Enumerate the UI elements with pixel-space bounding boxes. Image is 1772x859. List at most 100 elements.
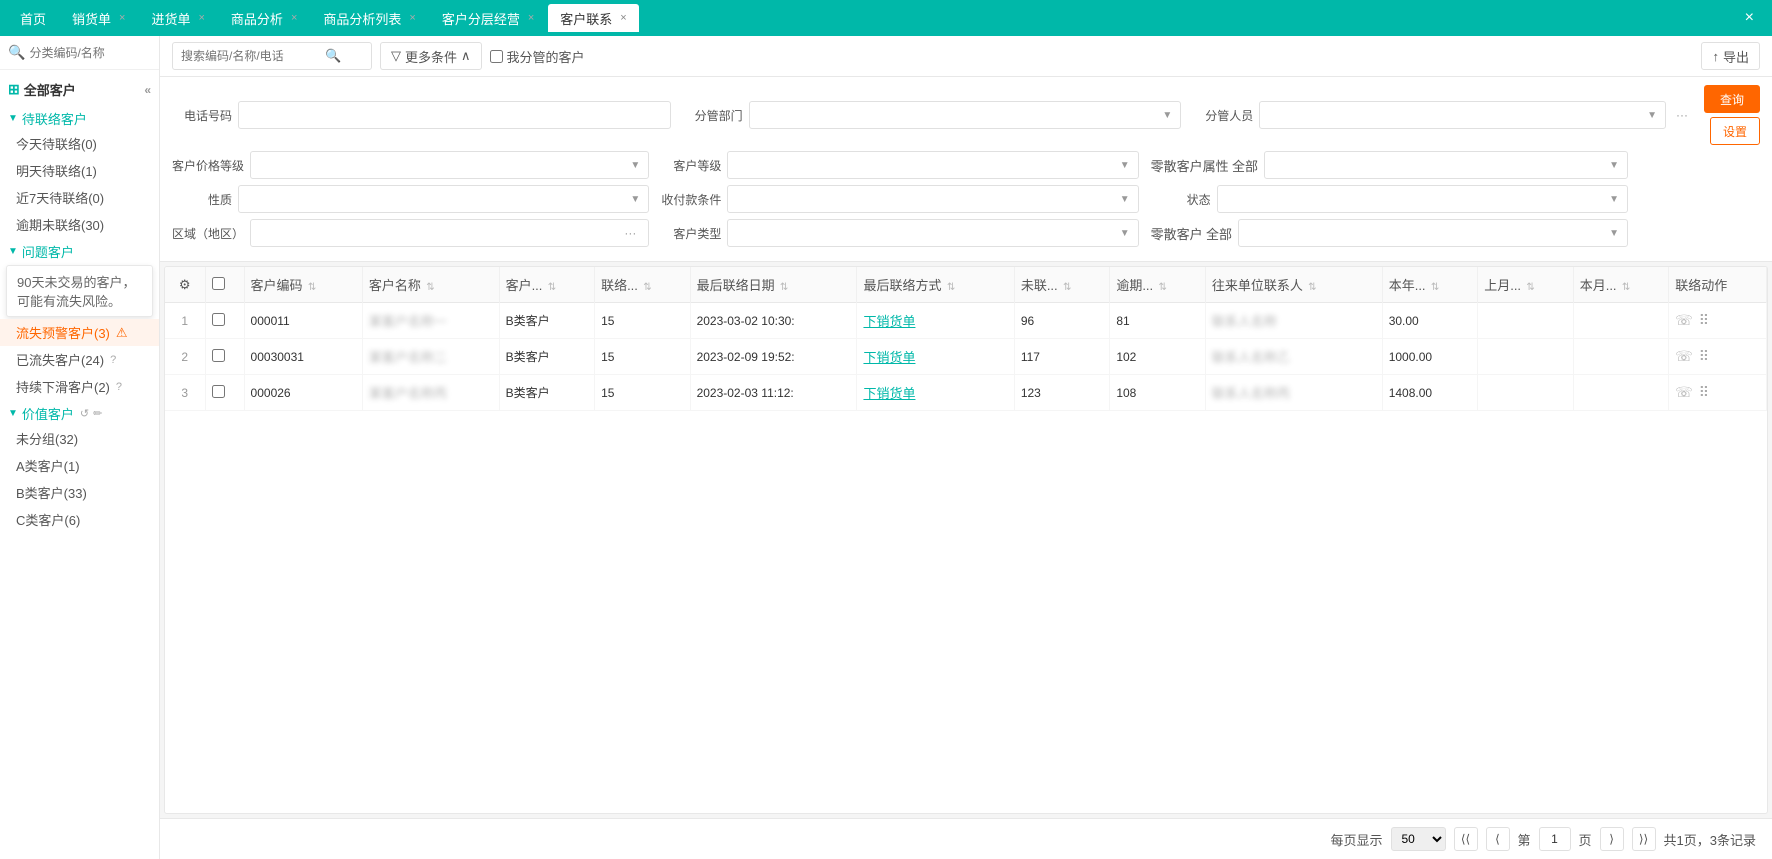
query-button[interactable]: 查询 xyxy=(1704,85,1760,113)
nav-tab-purchase[interactable]: 进货单 × xyxy=(139,4,216,32)
table-row: 1 000011 某客户名称一 B类客户 15 2023-03-02 10:30… xyxy=(165,303,1767,339)
collapse-icon[interactable]: « xyxy=(144,83,151,97)
sidebar-item-overdue-pending[interactable]: 逾期未联络(30) xyxy=(0,211,159,238)
row-index-3: 3 xyxy=(165,375,205,411)
my-customers-checkbox[interactable] xyxy=(490,50,503,63)
sidebar-item-ungrouped[interactable]: 未分组(32) xyxy=(0,425,159,452)
my-customers-checkbox-label[interactable]: 我分管的客户 xyxy=(490,47,585,66)
refresh-icon[interactable]: ↺ xyxy=(80,407,89,420)
dept-select[interactable]: ▼ xyxy=(749,101,1182,129)
th-code[interactable]: 客户编码 ⇅ xyxy=(244,267,362,303)
method-link-2[interactable]: 下销货单 xyxy=(863,350,915,365)
close-tab-analysis[interactable]: × xyxy=(291,12,297,24)
sidebar-group-problem[interactable]: ▼ 问题客户 xyxy=(0,238,159,263)
th-last-contact-date[interactable]: 最后联络日期 ⇅ xyxy=(690,267,857,303)
content-area: 🔍 ▽ 更多条件 ∧ 我分管的客户 ↑ 导出 电话号码 xyxy=(160,36,1772,859)
method-link-1[interactable]: 下销货单 xyxy=(863,314,915,329)
nav-tab-home[interactable]: 首页 xyxy=(8,4,58,32)
region-more-btn[interactable]: ··· xyxy=(620,226,640,240)
page-number-input[interactable] xyxy=(1539,827,1571,851)
sort-method-icon: ⇅ xyxy=(947,282,955,293)
row-month-3 xyxy=(1573,375,1669,411)
th-contact[interactable]: 联络... ⇅ xyxy=(595,267,691,303)
more-action-icon-2[interactable]: ⠿ xyxy=(1699,348,1709,365)
sidebar-item-churned[interactable]: 已流失客户(24) ? xyxy=(0,346,159,373)
first-page-button[interactable]: ⟨⟨ xyxy=(1454,827,1478,851)
more-conditions-button[interactable]: ▽ 更多条件 ∧ xyxy=(380,42,482,70)
nav-tab-analysis[interactable]: 商品分析 × xyxy=(219,4,309,32)
select-all-checkbox[interactable] xyxy=(212,277,225,290)
contact-icon-2[interactable]: ☏ xyxy=(1675,348,1693,365)
price-level-select[interactable]: ▼ xyxy=(250,151,649,179)
search-input[interactable] xyxy=(181,49,321,63)
prev-page-button[interactable]: ⟨ xyxy=(1486,827,1510,851)
payment-select[interactable]: ▼ xyxy=(727,185,1138,213)
phone-input[interactable] xyxy=(238,101,671,129)
sidebar-group-pending[interactable]: ▼ 待联络客户 xyxy=(0,105,159,130)
region-select[interactable]: ··· xyxy=(250,219,649,247)
more-action-icon-3[interactable]: ⠿ xyxy=(1699,384,1709,401)
nature-select[interactable]: ▼ xyxy=(238,185,649,213)
info-icon-churned: ? xyxy=(110,354,116,366)
row-overdue-3: 108 xyxy=(1110,375,1206,411)
sidebar-item-tomorrow-pending[interactable]: 明天待联络(1) xyxy=(0,157,159,184)
retail-attr-select[interactable]: ▼ xyxy=(1264,151,1628,179)
row-select-3[interactable] xyxy=(212,385,225,398)
row-date-1: 2023-03-02 10:30: xyxy=(690,303,857,339)
nav-tab-analysis-list[interactable]: 商品分析列表 × xyxy=(311,4,427,32)
method-link-3[interactable]: 下销货单 xyxy=(863,386,915,401)
manager-select[interactable]: ▼ xyxy=(1259,101,1666,129)
nav-tab-sales[interactable]: 销货单 × xyxy=(60,4,137,32)
last-page-button[interactable]: ⟩⟩ xyxy=(1632,827,1656,851)
close-tab-sales[interactable]: × xyxy=(119,12,125,24)
customer-level-select[interactable]: ▼ xyxy=(727,151,1138,179)
row-code-1: 000011 xyxy=(244,303,362,339)
row-select-1[interactable] xyxy=(212,313,225,326)
sidebar-item-declining[interactable]: 持续下滑客户(2) ? xyxy=(0,373,159,400)
th-last-month[interactable]: 上月... ⇅ xyxy=(1478,267,1574,303)
search-submit-icon[interactable]: 🔍 xyxy=(325,48,341,64)
th-name[interactable]: 客户名称 ⇅ xyxy=(362,267,499,303)
customer-type-select[interactable]: ▼ xyxy=(727,219,1138,247)
th-this-year[interactable]: 本年... ⇅ xyxy=(1382,267,1478,303)
sidebar-group-value[interactable]: ▼ 价值客户 ↺ ✏ xyxy=(0,400,159,425)
sidebar-all-customers[interactable]: ⊞ 全部客户 « xyxy=(0,74,159,105)
window-close-button[interactable]: × xyxy=(1735,9,1764,27)
sidebar-item-churn-warning[interactable]: 流失预警客户(3) ⚠ xyxy=(0,319,159,346)
contact-icon-3[interactable]: ☏ xyxy=(1675,384,1693,401)
close-tab-customer-contact[interactable]: × xyxy=(620,12,626,24)
row-checkbox-2 xyxy=(205,339,244,375)
close-tab-customer-layer[interactable]: × xyxy=(528,12,534,24)
sidebar-item-class-c[interactable]: C类客户(6) xyxy=(0,506,159,533)
nav-tab-customer-contact[interactable]: 客户联系 × xyxy=(548,4,638,32)
th-overdue[interactable]: 逾期... ⇅ xyxy=(1110,267,1206,303)
status-select[interactable]: ▼ xyxy=(1217,185,1628,213)
sidebar-item-class-a[interactable]: A类客户(1) xyxy=(0,452,159,479)
row-select-2[interactable] xyxy=(212,349,225,362)
th-this-month[interactable]: 本月... ⇅ xyxy=(1573,267,1669,303)
settings-icon[interactable]: ⚙ xyxy=(179,277,191,292)
retail-customer-select[interactable]: ▼ xyxy=(1238,219,1628,247)
table-row: 2 00030031 某客户名称二 B类客户 15 2023-02-09 19:… xyxy=(165,339,1767,375)
export-button[interactable]: ↑ 导出 xyxy=(1701,42,1760,70)
th-no-contact[interactable]: 未联... ⇅ xyxy=(1014,267,1110,303)
close-tab-purchase[interactable]: × xyxy=(198,12,204,24)
sidebar-item-7days-pending[interactable]: 近7天待联络(0) xyxy=(0,184,159,211)
manager-more-btn[interactable]: ··· xyxy=(1672,108,1692,122)
close-tab-analysis-list[interactable]: × xyxy=(409,12,415,24)
sidebar-search-input[interactable] xyxy=(29,46,160,60)
more-action-icon-1[interactable]: ⠿ xyxy=(1699,312,1709,329)
sidebar-item-today-pending[interactable]: 今天待联络(0) xyxy=(0,130,159,157)
contact-icon-1[interactable]: ☏ xyxy=(1675,312,1693,329)
next-page-button[interactable]: ⟩ xyxy=(1600,827,1624,851)
page-size-select[interactable]: 50 20 100 xyxy=(1391,827,1446,851)
edit-icon[interactable]: ✏ xyxy=(93,407,102,420)
sidebar-item-class-b[interactable]: B类客户(33) xyxy=(0,479,159,506)
th-type[interactable]: 客户... ⇅ xyxy=(499,267,595,303)
th-contact-person[interactable]: 往来单位联系人 ⇅ xyxy=(1205,267,1382,303)
retail-customer-label: 零散客户 全部 xyxy=(1151,224,1232,243)
filter-icon: ▽ xyxy=(391,48,401,64)
settings-button[interactable]: 设置 xyxy=(1710,117,1760,145)
nav-tab-customer-layer[interactable]: 客户分层经营 × xyxy=(430,4,546,32)
th-last-contact-method[interactable]: 最后联络方式 ⇅ xyxy=(857,267,1014,303)
